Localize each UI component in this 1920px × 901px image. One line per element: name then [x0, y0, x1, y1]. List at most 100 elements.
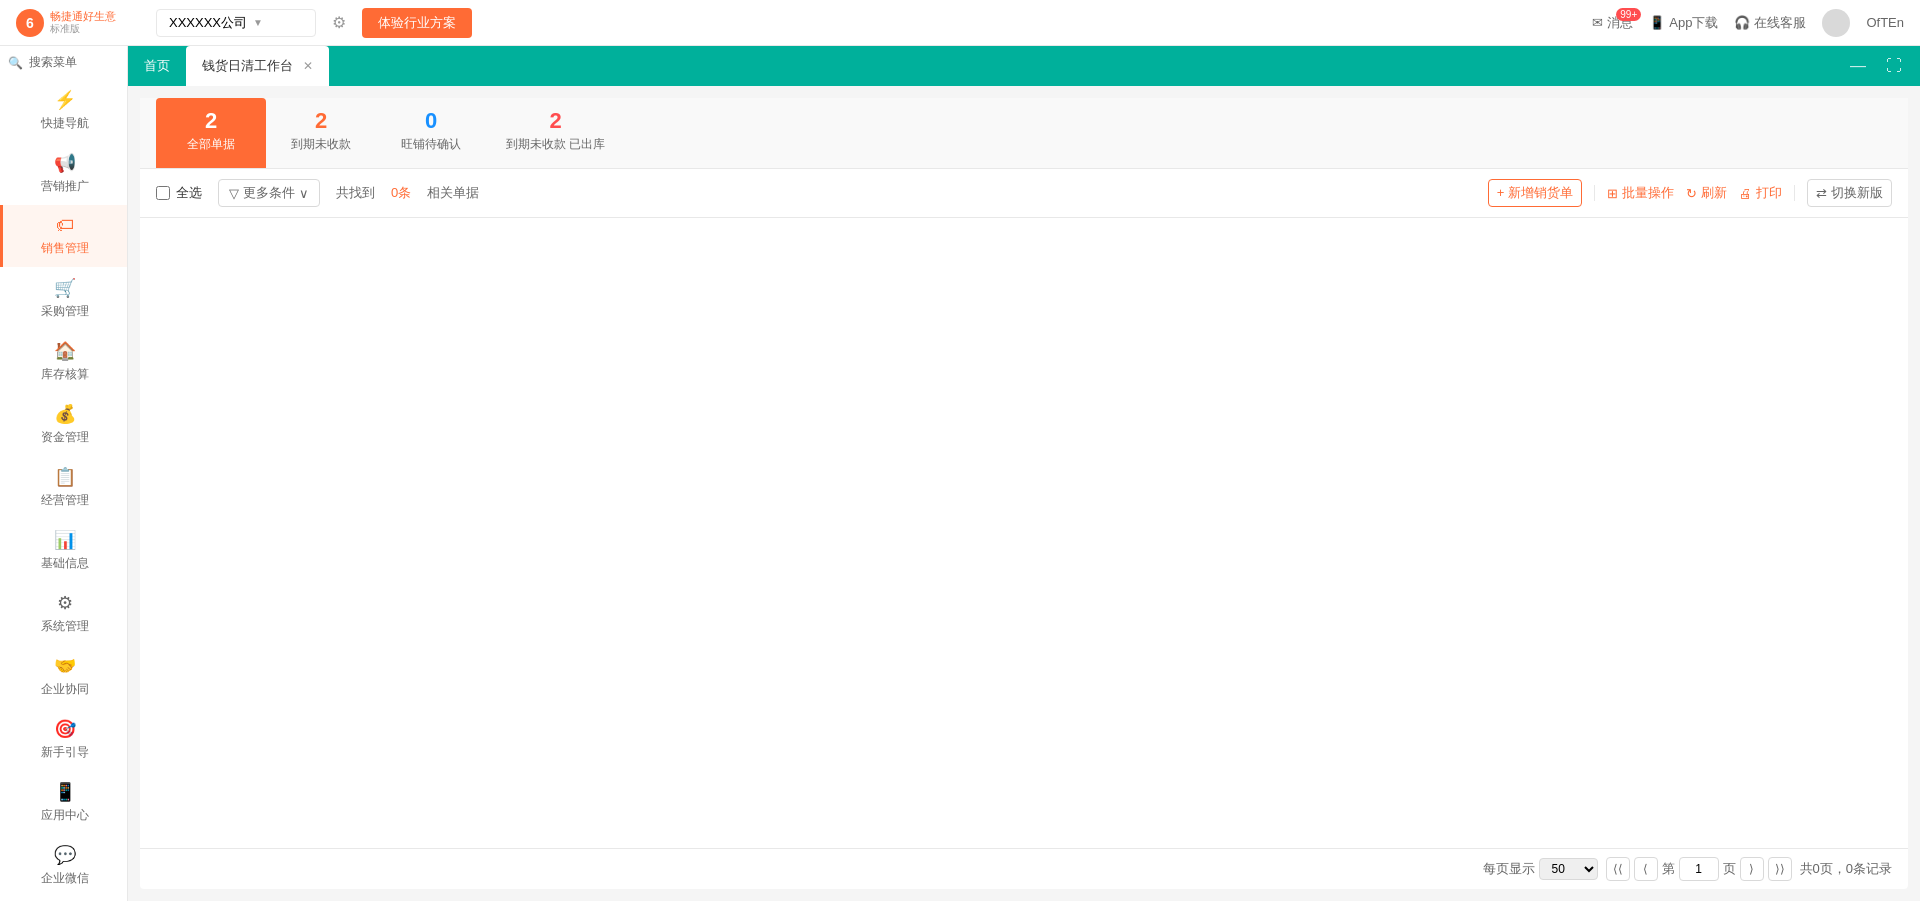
sidebar-item-wechat[interactable]: 💬 企业微信	[0, 834, 127, 897]
tab-wangpu-label: 旺铺待确认	[401, 136, 461, 153]
trial-button[interactable]: 体验行业方案	[362, 8, 472, 38]
page-label: 第	[1662, 860, 1675, 878]
top-header: 6 畅捷通好生意 标准版 XXXXXX公司 ▼ ⚙ 体验行业方案 ✉ 消息 99…	[0, 0, 1920, 46]
status-tab-overdue-out[interactable]: 2 到期未收款 已出库	[486, 98, 625, 168]
settings-icon[interactable]: ⚙	[328, 9, 350, 36]
company-selector[interactable]: XXXXXX公司 ▼	[156, 9, 316, 37]
wechat-icon: 💬	[54, 844, 76, 866]
sidebar-item-operations[interactable]: 📋 经营管理	[0, 456, 127, 519]
sidebar-item-label: 快捷导航	[41, 115, 89, 132]
phone-icon: 📱	[1649, 15, 1665, 30]
per-page-label: 每页显示	[1483, 860, 1535, 878]
next-page-button[interactable]: ⟩	[1740, 857, 1764, 881]
tab-work-label: 钱货日清工作台	[202, 57, 293, 75]
cooperation-icon: 🤝	[54, 655, 76, 677]
sidebar-item-quick-nav[interactable]: ⚡ 快捷导航	[0, 79, 127, 142]
sidebar-item-guide[interactable]: 🎯 新手引导	[0, 708, 127, 771]
sidebar-item-member[interactable]: ▽ 畅会员	[0, 897, 127, 901]
first-page-button[interactable]: ⟨⟨	[1606, 857, 1630, 881]
sidebar-item-label: 资金管理	[41, 429, 89, 446]
filter-button[interactable]: ▽ 更多条件 ∨	[218, 179, 320, 207]
tab-home[interactable]: 首页	[128, 46, 186, 86]
page-number-input[interactable]	[1679, 857, 1719, 881]
print-button[interactable]: 🖨 打印	[1739, 184, 1782, 202]
basic-info-icon: 📊	[54, 529, 76, 551]
marketing-icon: 📢	[54, 152, 76, 174]
page-total: 共0页，0条记录	[1800, 860, 1892, 878]
maximize-icon[interactable]: ⛶	[1880, 55, 1908, 77]
logo-badge-text: 标准版	[50, 23, 116, 35]
switch-version-button[interactable]: ⇄ 切换新版	[1807, 179, 1892, 207]
tab-home-label: 首页	[144, 57, 170, 75]
batch-operation-button[interactable]: ⊞ 批量操作	[1607, 184, 1674, 202]
message-badge: 99+	[1616, 8, 1641, 21]
sidebar-item-label: 企业协同	[41, 681, 89, 698]
sidebar-item-sales[interactable]: 🏷 销售管理	[0, 205, 127, 267]
guide-icon: 🎯	[54, 718, 76, 740]
online-service-button[interactable]: 🎧 在线客服	[1734, 14, 1806, 32]
tab-work[interactable]: 钱货日清工作台 ✕	[186, 46, 329, 86]
print-label: 打印	[1756, 184, 1782, 202]
sales-icon: 🏷	[56, 215, 74, 236]
tab-overdue-label: 到期未收款	[291, 136, 351, 153]
sidebar-item-system[interactable]: ⚙ 系统管理	[0, 582, 127, 645]
sidebar-item-purchase[interactable]: 🛒 采购管理	[0, 267, 127, 330]
quick-nav-icon: ⚡	[54, 89, 76, 111]
avatar[interactable]	[1822, 9, 1850, 37]
found-suffix: 相关单据	[427, 184, 479, 202]
toolbar: 全选 ▽ 更多条件 ∨ 共找到 0条 相关单据 + 新增销货单 ⊞ 批量操作 ↻	[140, 169, 1908, 218]
found-count: 0条	[391, 184, 411, 202]
status-tab-overdue[interactable]: 2 到期未收款	[266, 98, 376, 168]
page-navigation: ⟨⟨ ⟨ 第 页 ⟩ ⟩⟩	[1606, 857, 1792, 881]
search-icon: 🔍	[8, 56, 23, 70]
operations-icon: 📋	[54, 466, 76, 488]
status-tab-all[interactable]: 2 全部单据	[156, 98, 266, 168]
last-page-button[interactable]: ⟩⟩	[1768, 857, 1792, 881]
inventory-icon: 🏠	[54, 340, 76, 362]
app-logo-icon: 6	[16, 9, 44, 37]
switch-icon: ⇄	[1816, 186, 1827, 201]
chevron-down-icon: ∨	[299, 186, 309, 201]
tab-close-icon[interactable]: ✕	[303, 59, 313, 73]
status-tabs: 2 全部单据 2 到期未收款 0 旺铺待确认 2 到期未收款 已出库	[140, 98, 1908, 169]
system-icon: ⚙	[57, 592, 73, 614]
purchase-icon: 🛒	[54, 277, 76, 299]
page-size-selector: 每页显示 50 10 20 100	[1483, 858, 1598, 880]
refresh-button[interactable]: ↻ 刷新	[1686, 184, 1727, 202]
tab-wangpu-count: 0	[425, 110, 437, 132]
add-sales-order-button[interactable]: + 新增销货单	[1488, 179, 1582, 207]
company-name: XXXXXX公司	[169, 14, 247, 32]
sidebar-item-label: 经营管理	[41, 492, 89, 509]
message-button[interactable]: ✉ 消息 99+	[1592, 14, 1633, 32]
username-text: OfTEn	[1866, 15, 1904, 30]
sidebar-item-app-center[interactable]: 📱 应用中心	[0, 771, 127, 834]
found-prefix: 共找到	[336, 184, 375, 202]
minimize-icon[interactable]: —	[1844, 55, 1872, 77]
select-all-label: 全选	[176, 184, 202, 202]
sidebar-item-label: 营销推广	[41, 178, 89, 195]
sidebar-item-marketing[interactable]: 📢 营销推广	[0, 142, 127, 205]
tab-all-label: 全部单据	[187, 136, 235, 153]
sidebar-item-basic-info[interactable]: 📊 基础信息	[0, 519, 127, 582]
sidebar-item-label: 系统管理	[41, 618, 89, 635]
sidebar-item-label: 销售管理	[41, 240, 89, 257]
empty-state	[140, 218, 1908, 848]
page-suffix: 页	[1723, 860, 1736, 878]
tab-overdue-out-label: 到期未收款 已出库	[506, 136, 605, 153]
sidebar-item-finance[interactable]: 💰 资金管理	[0, 393, 127, 456]
status-tab-wangpu[interactable]: 0 旺铺待确认	[376, 98, 486, 168]
message-icon: ✉	[1592, 15, 1603, 30]
filter-label: 更多条件	[243, 184, 295, 202]
per-page-select[interactable]: 50 10 20 100	[1539, 858, 1598, 880]
table-area	[140, 218, 1908, 848]
app-download-button[interactable]: 📱 App下载	[1649, 14, 1718, 32]
sidebar-item-label: 采购管理	[41, 303, 89, 320]
logo-area: 6 畅捷通好生意 标准版	[16, 9, 144, 37]
sidebar-search[interactable]: 🔍 搜索菜单	[0, 46, 127, 79]
select-all-area[interactable]: 全选	[156, 184, 202, 202]
sidebar-item-cooperation[interactable]: 🤝 企业协同	[0, 645, 127, 708]
select-all-checkbox[interactable]	[156, 186, 170, 200]
toolbar-right: + 新增销货单 ⊞ 批量操作 ↻ 刷新 🖨 打印 ⇄ 切换新版	[1488, 179, 1892, 207]
sidebar-item-inventory[interactable]: 🏠 库存核算	[0, 330, 127, 393]
prev-page-button[interactable]: ⟨	[1634, 857, 1658, 881]
